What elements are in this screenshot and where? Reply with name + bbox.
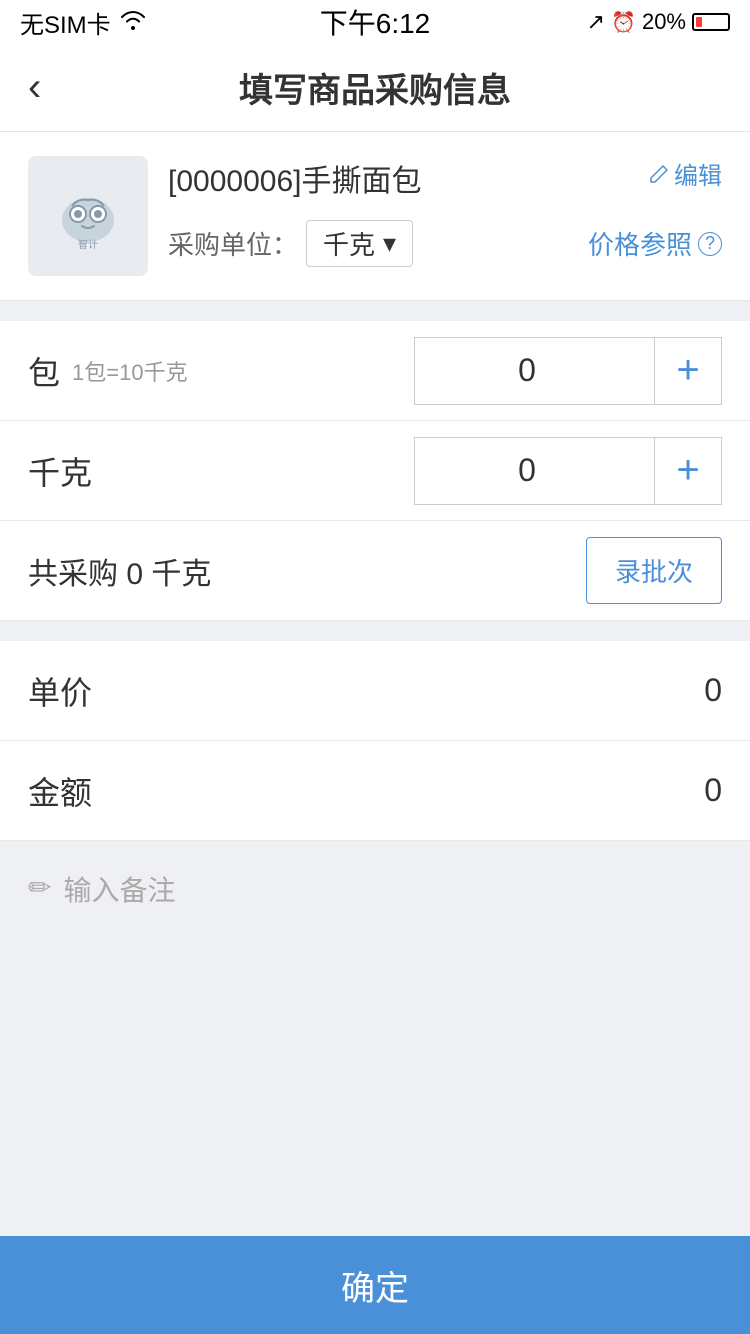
unit-label: 采购单位： <box>168 225 298 262</box>
product-unit-row: 采购单位： 千克 ▾ 价格参照 ? <box>168 220 722 267</box>
bag-plus-button[interactable]: + <box>654 337 722 405</box>
bag-label-group: 包 1包=10千克 <box>28 348 188 394</box>
alarm-icon: ⏰ <box>611 10 636 35</box>
amount-value: 0 <box>704 772 722 809</box>
kg-quantity-input[interactable] <box>414 437 654 505</box>
status-bar-left: 无SIM卡 <box>20 5 147 40</box>
unit-price-label: 单价 <box>28 668 92 714</box>
status-bar-time: 下午6:12 <box>320 2 431 42</box>
unit-price-value: 0 <box>704 672 722 709</box>
confirm-button-label: 确定 <box>341 1261 409 1310</box>
nav-bar: ‹ 填写商品采购信息 <box>0 44 750 132</box>
battery-pct: 20% <box>642 9 686 35</box>
record-batch-button[interactable]: 录批次 <box>586 537 722 604</box>
svg-text:智计: 智计 <box>78 238 98 251</box>
quantity-section: 包 1包=10千克 + 千克 + <box>0 321 750 521</box>
pencil-icon: ✏ <box>28 871 51 904</box>
wifi-icon <box>119 8 147 37</box>
edit-button[interactable]: 编辑 <box>648 156 722 191</box>
bag-sublabel: 1包=10千克 <box>72 355 188 387</box>
amount-label: 金额 <box>28 768 92 814</box>
summary-text: 共采购 0 千克 <box>28 549 211 593</box>
unit-price-row: 单价 0 <box>0 641 750 741</box>
back-button[interactable]: ‹ <box>28 65 41 110</box>
kg-plus-button[interactable]: + <box>654 437 722 505</box>
product-logo: 智计 <box>52 180 124 252</box>
section-divider-2 <box>0 621 750 641</box>
carrier-text: 无SIM卡 <box>20 5 111 40</box>
location-icon: ↗ <box>587 9 605 35</box>
notes-placeholder: 输入备注 <box>63 869 175 909</box>
bag-quantity-input[interactable] <box>414 337 654 405</box>
confirm-button[interactable]: 确定 <box>0 1236 750 1334</box>
status-bar: 无SIM卡 下午6:12 ↗ ⏰ 20% <box>0 0 750 44</box>
status-bar-right: ↗ ⏰ 20% <box>587 9 730 35</box>
bag-input-group: + <box>414 337 722 405</box>
pricing-section: 单价 0 金额 0 <box>0 641 750 841</box>
price-ref-button[interactable]: 价格参照 ? <box>588 225 722 262</box>
notes-section[interactable]: ✏ 输入备注 <box>0 841 750 961</box>
product-name: [0000006]手撕面包 <box>168 156 648 200</box>
section-divider-1 <box>0 301 750 321</box>
kg-label-group: 千克 <box>28 448 92 494</box>
chevron-down-icon: ▾ <box>383 228 396 259</box>
kg-label: 千克 <box>28 448 92 494</box>
unit-select[interactable]: 千克 ▾ <box>306 220 413 267</box>
help-icon: ? <box>698 232 722 256</box>
kg-row: 千克 + <box>0 421 750 521</box>
product-info: [0000006]手撕面包 编辑 采购单位： 千克 ▾ 价格参照 ? <box>168 156 722 267</box>
product-header: [0000006]手撕面包 编辑 <box>168 156 722 200</box>
product-image: 智计 <box>28 156 148 276</box>
kg-input-group: + <box>414 437 722 505</box>
amount-row: 金额 0 <box>0 741 750 841</box>
bag-label: 包 <box>28 348 60 394</box>
summary-row: 共采购 0 千克 录批次 <box>0 521 750 621</box>
product-image-inner: 智计 <box>28 156 148 276</box>
product-card: 智计 [0000006]手撕面包 编辑 采购单位： 千克 ▾ 价格参照 <box>0 132 750 301</box>
bag-row: 包 1包=10千克 + <box>0 321 750 421</box>
edit-icon <box>648 163 670 185</box>
page-title: 填写商品采购信息 <box>239 63 511 112</box>
battery-icon <box>692 13 730 31</box>
